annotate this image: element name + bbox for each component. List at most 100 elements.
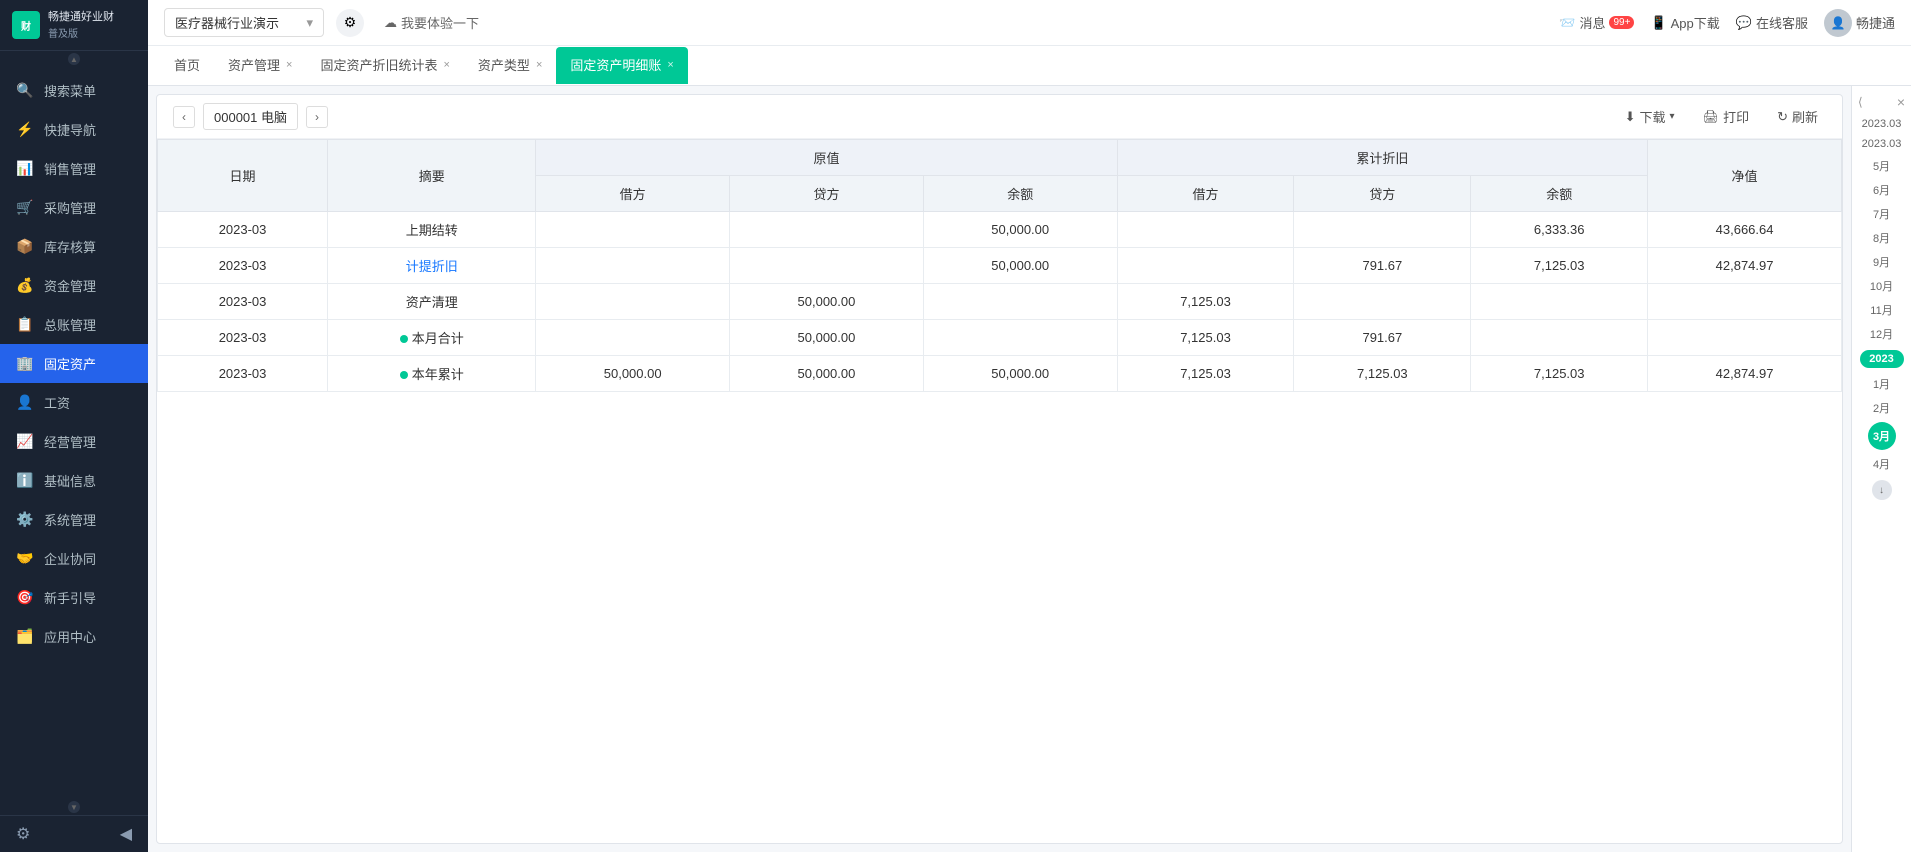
timeline-month-12[interactable]: 12月: [1852, 322, 1911, 346]
tab-asset-detail-close[interactable]: ×: [667, 59, 673, 71]
cell-orig-credit: 50,000.00: [730, 356, 924, 392]
avatar: 👤: [1824, 9, 1852, 37]
cell-orig-credit: [730, 212, 924, 248]
cell-summary: 本年累计: [328, 356, 536, 392]
chevron-right-icon: ›: [315, 110, 319, 124]
sidebar-item-funds[interactable]: 💰 资金管理: [0, 266, 148, 305]
fixed-assets-icon: 🏢: [16, 355, 34, 372]
sidebar-item-guide[interactable]: 🎯 新手引导: [0, 578, 148, 617]
tab-asset-type[interactable]: 资产类型 ×: [464, 47, 556, 84]
cell-accum-balance: 7,125.03: [1471, 248, 1648, 284]
tab-asset-detail[interactable]: 固定资产明细账 ×: [556, 47, 687, 84]
download-button[interactable]: 📱 App下载: [1650, 13, 1719, 32]
cell-accum-debit: 7,125.03: [1117, 356, 1294, 392]
timeline-month-6[interactable]: 6月: [1852, 178, 1911, 202]
col-accum-debit: 借方: [1117, 176, 1294, 212]
user-menu[interactable]: 👤 畅捷通: [1824, 9, 1895, 37]
table-row: 2023-03 上期结转 50,000.00 6,333.36 43,666.6…: [158, 212, 1842, 248]
cell-orig-debit: [536, 320, 730, 356]
table-row: 2023-03 本年累计 50,000.00 50,000.00 50,000.…: [158, 356, 1842, 392]
timeline-scroll-down[interactable]: ↓: [1872, 480, 1892, 500]
close-panel-button[interactable]: ×: [1897, 94, 1905, 110]
expand-icon[interactable]: ⟨: [1858, 95, 1863, 109]
timeline-month-4[interactable]: 4月: [1852, 452, 1911, 476]
timeline-month-9[interactable]: 9月: [1852, 250, 1911, 274]
timeline-month-2[interactable]: 2月: [1852, 396, 1911, 420]
timeline-month-1[interactable]: 1月: [1852, 372, 1911, 396]
sidebar-item-quick-nav[interactable]: ⚡ 快捷导航: [0, 110, 148, 149]
notification-button[interactable]: 📨 消息 99+: [1559, 13, 1634, 32]
company-selector[interactable]: 医疗器械行业演示 ▾: [164, 8, 324, 37]
cell-accum-balance: 6,333.36: [1471, 212, 1648, 248]
ledger-icon: 📋: [16, 316, 34, 333]
tab-asset-mgmt[interactable]: 资产管理 ×: [214, 47, 306, 84]
sidebar-scroll-up[interactable]: ▲: [0, 51, 148, 67]
refresh-button[interactable]: ↻ 刷新: [1769, 103, 1826, 130]
tab-depreciation[interactable]: 固定资产折旧统计表 ×: [306, 47, 463, 84]
timeline-month-3-active[interactable]: 3月: [1868, 422, 1896, 450]
notification-badge: 99+: [1609, 16, 1634, 29]
content: ‹ 000001 电脑 › ⬇ 下载 ▾ 🖨 打印: [148, 86, 1911, 852]
sidebar-item-system[interactable]: ⚙️ 系统管理: [0, 500, 148, 539]
settings-button[interactable]: ⚙: [336, 9, 364, 37]
subtotal-dot: [400, 335, 408, 343]
cell-orig-debit: 50,000.00: [536, 356, 730, 392]
timeline-month-10[interactable]: 10月: [1852, 274, 1911, 298]
cell-accum-credit: [1294, 284, 1471, 320]
collapse-button[interactable]: ◀: [120, 824, 132, 844]
experience-button[interactable]: ☁ 我要体验一下: [384, 13, 479, 32]
app-center-icon: 🗂️: [16, 628, 34, 645]
topbar: 医疗器械行业演示 ▾ ⚙ ☁ 我要体验一下 📨 消息 99+ 📱 App下载 💬…: [148, 0, 1911, 46]
cell-orig-credit: 50,000.00: [730, 284, 924, 320]
col-date: 日期: [158, 140, 328, 212]
cell-orig-debit: [536, 212, 730, 248]
sidebar-item-app-center[interactable]: 🗂️ 应用中心: [0, 617, 148, 656]
sidebar-item-fixed-assets[interactable]: 🏢 固定资产: [0, 344, 148, 383]
sidebar-item-label: 库存核算: [44, 237, 96, 256]
download-button[interactable]: ⬇ 下载 ▾: [1617, 103, 1683, 130]
tab-asset-type-close[interactable]: ×: [536, 59, 542, 71]
timeline-month-8[interactable]: 8月: [1852, 226, 1911, 250]
tab-home[interactable]: 首页: [160, 47, 214, 84]
cell-accum-balance: [1471, 284, 1648, 320]
sidebar-item-search[interactable]: 🔍 搜索菜单: [0, 71, 148, 110]
cloud-icon: ☁: [384, 15, 397, 31]
timeline-month-7[interactable]: 7月: [1852, 202, 1911, 226]
logo-edition: 普及版: [48, 25, 114, 40]
sidebar-scroll-down[interactable]: ▼: [0, 799, 148, 815]
sidebar-item-sales[interactable]: 📊 销售管理: [0, 149, 148, 188]
cell-orig-debit: [536, 248, 730, 284]
service-button[interactable]: 💬 在线客服: [1736, 13, 1808, 32]
cell-net-value: 42,874.97: [1648, 248, 1842, 284]
timeline-month-5[interactable]: 5月: [1852, 154, 1911, 178]
sidebar-item-operations[interactable]: 📈 经营管理: [0, 422, 148, 461]
settings-button[interactable]: ⚙: [16, 824, 30, 844]
tab-depreciation-label: 固定资产折旧统计表: [320, 55, 437, 74]
sidebar-item-ledger[interactable]: 📋 总账管理: [0, 305, 148, 344]
sidebar-item-purchase[interactable]: 🛒 采购管理: [0, 188, 148, 227]
next-asset-button[interactable]: ›: [306, 106, 328, 128]
tab-asset-mgmt-close[interactable]: ×: [286, 59, 292, 71]
cell-summary[interactable]: 计提折旧: [328, 248, 536, 284]
sidebar-item-enterprise[interactable]: 🤝 企业协同: [0, 539, 148, 578]
sidebar-item-inventory[interactable]: 📦 库存核算: [0, 227, 148, 266]
download-label: App下载: [1671, 13, 1720, 32]
prev-asset-button[interactable]: ‹: [173, 106, 195, 128]
sidebar-nav: 🔍 搜索菜单 ⚡ 快捷导航 📊 销售管理 🛒 采购管理 📦 库存核算 💰 资金管…: [0, 67, 148, 799]
cell-summary: 本月合计: [328, 320, 536, 356]
inventory-icon: 📦: [16, 238, 34, 255]
col-summary: 摘要: [328, 140, 536, 212]
sub-toolbar: ‹ 000001 电脑 › ⬇ 下载 ▾ 🖨 打印: [157, 95, 1842, 139]
main-area: 医疗器械行业演示 ▾ ⚙ ☁ 我要体验一下 📨 消息 99+ 📱 App下载 💬…: [148, 0, 1911, 852]
sidebar-item-basic-info[interactable]: ℹ️ 基础信息: [0, 461, 148, 500]
cell-accum-credit: [1294, 212, 1471, 248]
cell-orig-debit: [536, 284, 730, 320]
print-button[interactable]: 🖨 打印: [1695, 103, 1758, 130]
tab-depreciation-close[interactable]: ×: [443, 59, 449, 71]
sidebar-item-label: 固定资产: [44, 354, 96, 373]
service-icon: 💬: [1736, 15, 1752, 31]
timeline-year-2023[interactable]: 2023: [1860, 350, 1904, 368]
sidebar-item-payroll[interactable]: 👤 工资: [0, 383, 148, 422]
timeline-month-11[interactable]: 11月: [1852, 298, 1911, 322]
sidebar-item-label: 新手引导: [44, 588, 96, 607]
